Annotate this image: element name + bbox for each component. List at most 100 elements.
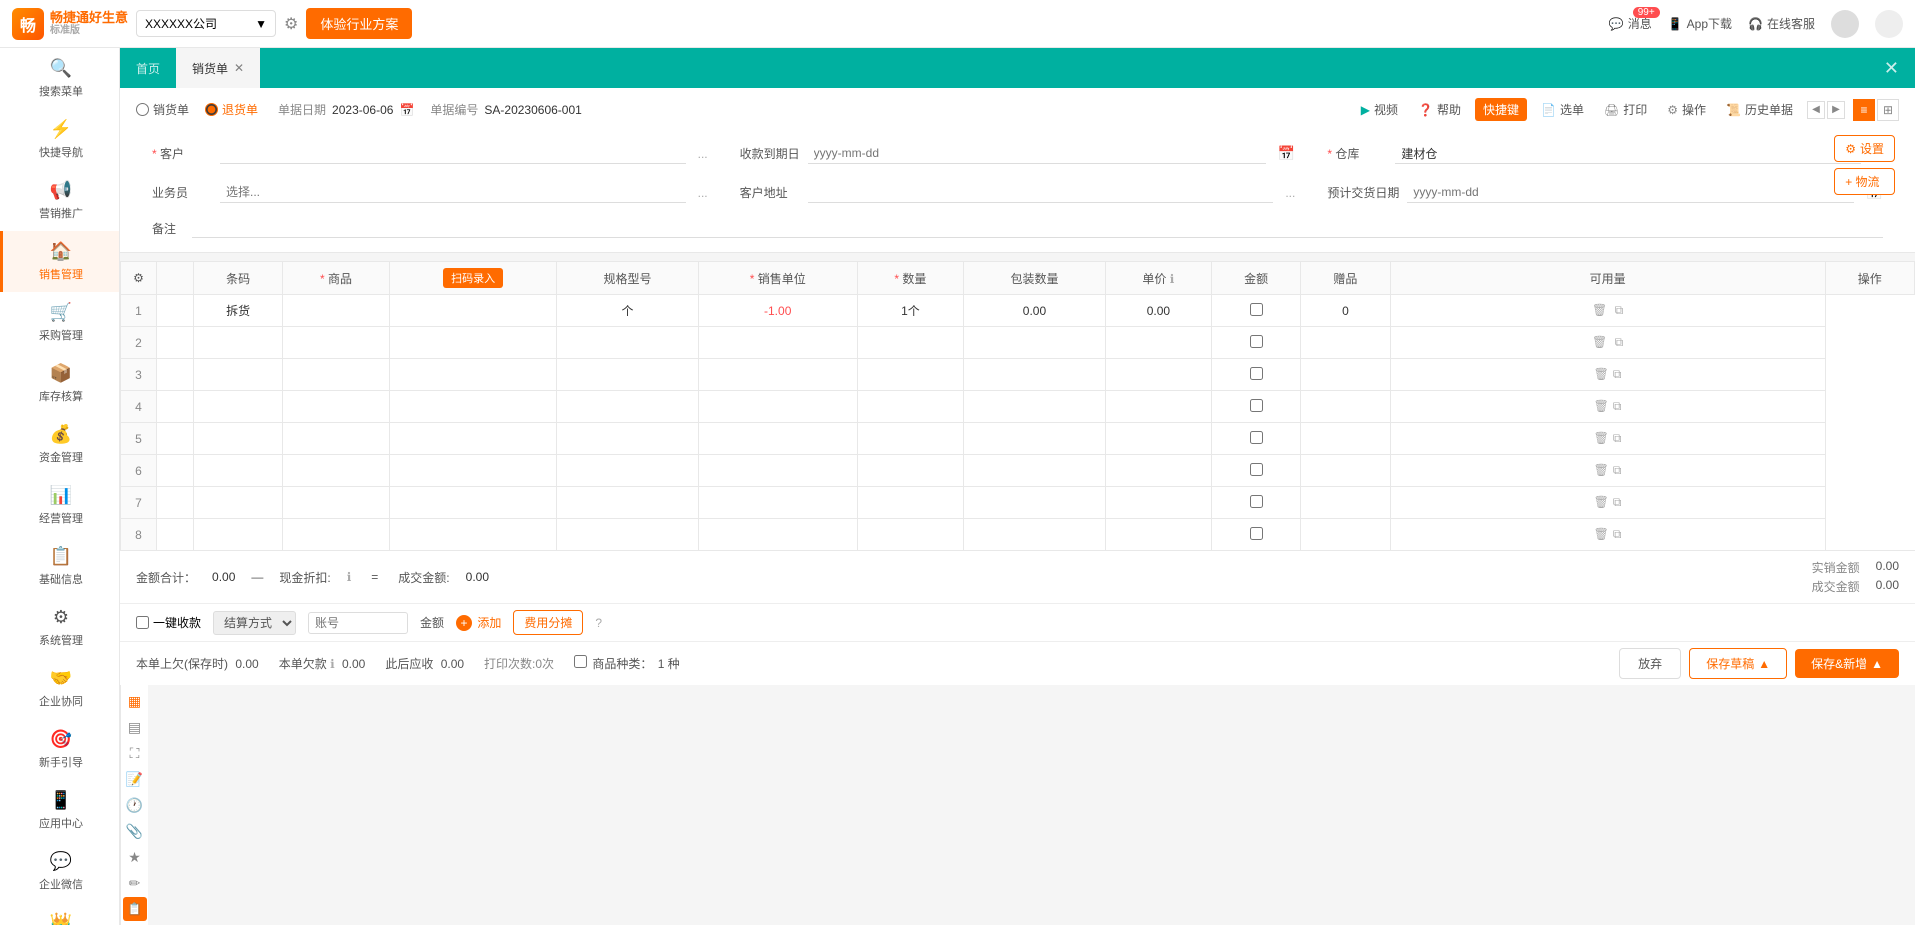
sidebar-item-marketing[interactable]: 📢 营销推广 bbox=[0, 170, 119, 231]
right-panel-fullscreen-btn[interactable]: ⛶ bbox=[123, 741, 147, 765]
expected-delivery-input[interactable] bbox=[1407, 182, 1853, 203]
help-btn[interactable]: ❓ 帮助 bbox=[1412, 99, 1467, 120]
shortcut-btn[interactable]: 快捷键 bbox=[1475, 98, 1527, 121]
sales-order-radio[interactable]: 销货单 bbox=[136, 101, 189, 118]
sidebar-item-sales[interactable]: 🏠 销售管理 bbox=[0, 231, 119, 292]
sidebar-item-quick-nav[interactable]: ⚡ 快捷导航 bbox=[0, 109, 119, 170]
company-selector[interactable]: XXXXXX公司 ▼ bbox=[136, 10, 276, 37]
online-service-action[interactable]: 🎧 在线客服 bbox=[1748, 15, 1815, 32]
tab-home[interactable]: 首页 bbox=[120, 48, 176, 88]
customer-input[interactable] bbox=[220, 143, 686, 164]
col-amount: 金额 bbox=[1212, 262, 1301, 295]
calendar-icon[interactable]: 📅 bbox=[399, 103, 414, 117]
right-panel-table2-btn[interactable]: ▤ bbox=[123, 715, 147, 739]
right-panel-attachment-btn[interactable]: 📎 bbox=[123, 819, 147, 843]
deal-amount-label: 成交金额: bbox=[398, 569, 449, 586]
sidebar-item-operations[interactable]: 📊 经营管理 bbox=[0, 475, 119, 536]
col-unit-price: 单价 ℹ bbox=[1105, 262, 1211, 295]
avatar-extra[interactable] bbox=[1875, 10, 1903, 38]
doc-header-top: 销货单 退货单 单据日期 2023-06-06 bbox=[136, 98, 1899, 121]
experience-button[interactable]: 体验行业方案 bbox=[306, 8, 412, 39]
sidebar-item-basic[interactable]: 📋 基础信息 bbox=[0, 536, 119, 597]
address-dots[interactable]: ... bbox=[1285, 186, 1295, 200]
customer-address-input[interactable] bbox=[808, 182, 1274, 203]
scan-button[interactable]: 扫码录入 bbox=[443, 268, 503, 288]
video-btn[interactable]: ▶ 视频 bbox=[1355, 99, 1404, 120]
avatar[interactable] bbox=[1831, 10, 1859, 38]
col-settings[interactable]: ⚙ bbox=[121, 262, 157, 295]
settlement-method-select[interactable]: 结算方式 bbox=[213, 611, 296, 635]
select-btn[interactable]: 📄 选单 bbox=[1535, 99, 1590, 120]
logistics-btn[interactable]: + 物流 bbox=[1834, 168, 1895, 195]
row-qty-1[interactable]: -1.00 bbox=[698, 295, 857, 327]
account-input[interactable] bbox=[308, 612, 408, 634]
view-list-btn[interactable]: ≡ bbox=[1853, 99, 1875, 121]
payment-due-calendar-icon[interactable]: 📅 bbox=[1278, 145, 1295, 162]
right-panel-notes-btn[interactable]: 📝 bbox=[123, 767, 147, 791]
sidebar-item-cooperation[interactable]: 🤝 企业协同 bbox=[0, 658, 119, 719]
close-window-icon[interactable]: ✕ bbox=[1868, 58, 1915, 79]
debt-info-icon[interactable]: ℹ bbox=[330, 657, 335, 671]
settings-btn[interactable]: ⚙ 设置 bbox=[1834, 135, 1895, 162]
add-icon[interactable]: + bbox=[456, 615, 472, 631]
print-btn[interactable]: 🖨 打印 bbox=[1598, 99, 1653, 120]
tab-sales-order[interactable]: 销货单 ✕ bbox=[176, 48, 260, 88]
return-order-radio[interactable]: 退货单 bbox=[205, 101, 258, 118]
copy-icon-1[interactable]: ⧉ bbox=[1615, 303, 1624, 317]
customer-dots[interactable]: ... bbox=[698, 147, 708, 161]
sidebar-item-purchase[interactable]: 🛒 采购管理 bbox=[0, 292, 119, 353]
one-click-payment[interactable]: 一键收款 bbox=[136, 614, 201, 631]
row-barcode-1[interactable] bbox=[157, 295, 194, 327]
warehouse-input[interactable] bbox=[1395, 143, 1861, 164]
row-action-2: 🗑 ⧉ bbox=[1390, 327, 1825, 359]
table-row: 7 🗑⧉ bbox=[121, 487, 1915, 519]
right-panel-orange-btn[interactable]: 📋 bbox=[123, 897, 147, 921]
app-download-action[interactable]: 📱 App下载 bbox=[1668, 15, 1732, 32]
next-arrow[interactable]: ▶ bbox=[1827, 101, 1845, 119]
customer-field: 客户 ... bbox=[136, 139, 724, 168]
info-discount-icon[interactable]: ℹ bbox=[347, 570, 352, 584]
box-icon: 📦 bbox=[50, 363, 72, 384]
row-price-1[interactable]: 0.00 bbox=[964, 295, 1105, 327]
add-payment-icon[interactable]: + 添加 bbox=[456, 614, 501, 631]
abandon-button[interactable]: 放弃 bbox=[1619, 648, 1681, 679]
save-new-button[interactable]: 保存&新增 ▲ bbox=[1795, 649, 1899, 678]
sidebar-item-wechat[interactable]: 💬 企业微信 bbox=[0, 841, 119, 902]
row-gift-1[interactable] bbox=[1212, 295, 1301, 327]
message-action[interactable]: 💬 消息 99+ bbox=[1609, 15, 1652, 32]
row-scan-1 bbox=[283, 295, 390, 327]
operate-btn[interactable]: ⚙ 操作 bbox=[1661, 99, 1712, 120]
payment-due-input[interactable] bbox=[808, 143, 1266, 164]
sidebar-item-guide[interactable]: 🎯 新手引导 bbox=[0, 719, 119, 780]
save-draft-button[interactable]: 保存草稿 ▲ bbox=[1689, 648, 1787, 679]
video-icon: ▶ bbox=[1361, 103, 1370, 117]
sidebar-item-finance[interactable]: 💰 资金管理 bbox=[0, 414, 119, 475]
tab-close-icon[interactable]: ✕ bbox=[234, 61, 244, 75]
delete-icon-2[interactable]: 🗑 bbox=[1592, 335, 1607, 349]
prev-arrow[interactable]: ◀ bbox=[1807, 101, 1825, 119]
delete-icon-1[interactable]: 🗑 bbox=[1592, 303, 1607, 317]
history-btn[interactable]: 📜 历史单据 bbox=[1720, 99, 1799, 120]
right-panel-table-btn[interactable]: ▦ bbox=[123, 689, 147, 713]
right-panel-edit-btn[interactable]: ✏ bbox=[123, 871, 147, 895]
product-types: 商品种类： 1 种 bbox=[574, 655, 680, 672]
sidebar-item-member[interactable]: 👑 畅会员 bbox=[0, 902, 119, 925]
sidebar-item-system[interactable]: ⚙ 系统管理 bbox=[0, 597, 119, 658]
salesperson-dots[interactable]: ... bbox=[698, 186, 708, 200]
sidebar-item-search[interactable]: 🔍 搜索菜单 bbox=[0, 48, 119, 109]
payment-due-field: 收款到期日 📅 bbox=[724, 139, 1312, 168]
remarks-input[interactable] bbox=[192, 219, 1883, 238]
doc-actions-area: ▶ 视频 ❓ 帮助 快捷键 📄 选单 bbox=[1355, 98, 1899, 121]
salesperson-input[interactable] bbox=[220, 182, 686, 203]
expense-info-icon[interactable]: ? bbox=[595, 616, 602, 630]
expense-split-btn[interactable]: 费用分摊 bbox=[513, 610, 583, 635]
view-grid-btn[interactable]: ⊞ bbox=[1877, 99, 1899, 121]
sidebar-item-app-center[interactable]: 📱 应用中心 bbox=[0, 780, 119, 841]
settings-icon[interactable]: ⚙ bbox=[284, 14, 298, 34]
unit-price-info-icon[interactable]: ℹ bbox=[1170, 272, 1175, 286]
copy-icon-2[interactable]: ⧉ bbox=[1615, 335, 1624, 349]
warehouse-field: 仓库 ... bbox=[1311, 139, 1899, 168]
sidebar-item-inventory[interactable]: 📦 库存核算 bbox=[0, 353, 119, 414]
right-panel-history-btn[interactable]: 🕐 bbox=[123, 793, 147, 817]
right-panel-star-btn[interactable]: ★ bbox=[123, 845, 147, 869]
